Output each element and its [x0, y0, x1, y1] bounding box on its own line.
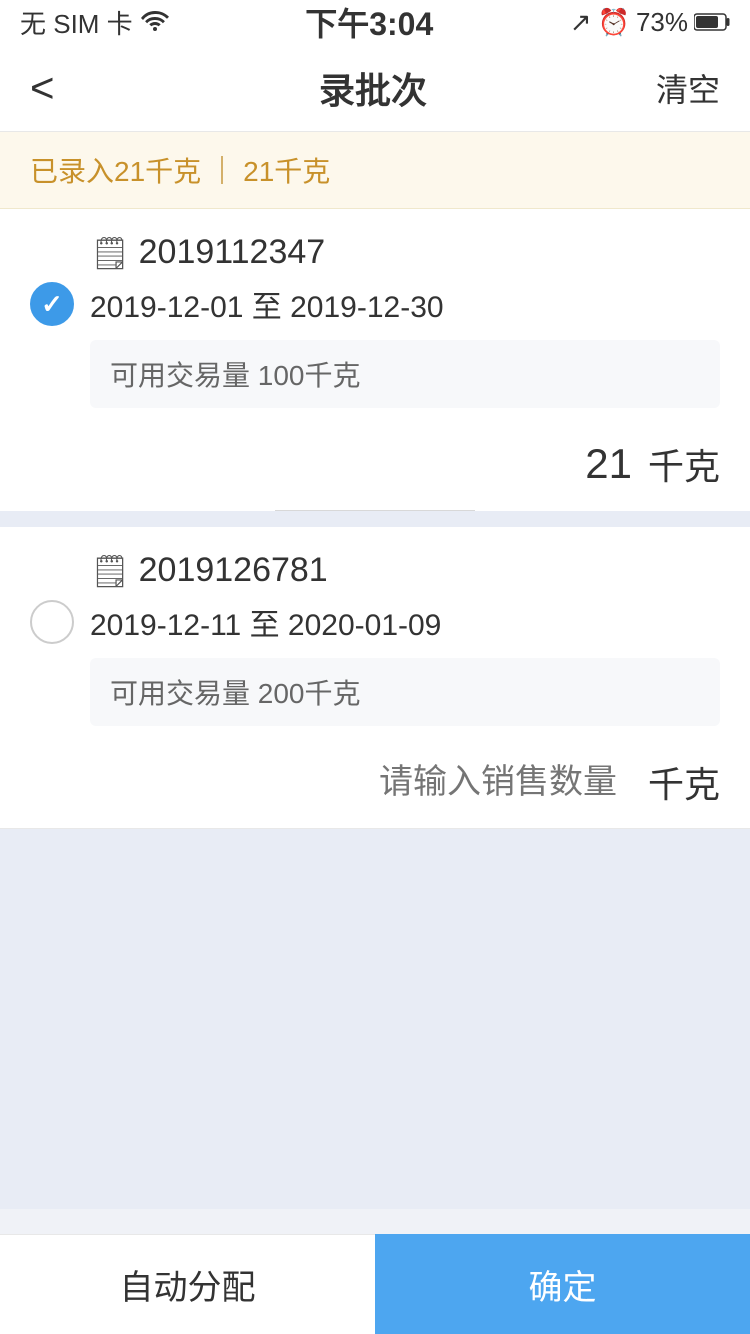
batch-available-row-2: 可用交易量 200千克 [90, 658, 720, 726]
confirm-button[interactable]: 确定 [375, 1234, 750, 1334]
batch-available-row-1: 可用交易量 100千克 [90, 340, 720, 408]
quantity-input-2[interactable] [30, 763, 632, 802]
alarm-icon: ⏰ [598, 7, 630, 38]
batch-amount-row-1: 21 千克 [0, 428, 750, 510]
batch-date-row-2[interactable]: 2019-12-11 至 2020-01-09 [30, 600, 720, 644]
section-divider [0, 511, 750, 527]
batch-item-2: 🗒 2019126781 2019-12-11 至 2020-01-09 可用交… [0, 527, 750, 726]
status-time: 下午3:04 [305, 0, 433, 45]
batch-input-row-2[interactable]: 千克 [0, 746, 750, 829]
batch-input-unit-2: 千克 [648, 756, 720, 808]
bottom-bar: 自动分配 确定 [0, 1234, 750, 1334]
batch-date-1: 2019-12-01 至 2019-12-30 [90, 282, 444, 326]
info-divider [221, 156, 223, 184]
page-title: 录批次 [319, 62, 427, 114]
status-left: 无 SIM 卡 [20, 4, 169, 41]
batch-id-2: 2019126781 [139, 551, 328, 590]
info-value: 21千克 [243, 150, 330, 190]
auto-distribute-button[interactable]: 自动分配 [0, 1234, 375, 1334]
status-right: ↗ ⏰ 73% [570, 7, 730, 38]
nav-bar: < 录批次 清空 [0, 44, 750, 132]
no-sim-text: 无 SIM 卡 [20, 4, 133, 41]
batch-card-2: 🗒 2019126781 2019-12-11 至 2020-01-09 可用交… [0, 527, 750, 829]
batch-date-2: 2019-12-11 至 2020-01-09 [90, 600, 441, 644]
status-bar: 无 SIM 卡 下午3:04 ↗ ⏰ 73% [0, 0, 750, 44]
batch-amount-value-1: 21 [585, 440, 632, 488]
battery-icon [694, 7, 730, 38]
wifi-icon [141, 7, 169, 38]
batch-available-1: 可用交易量 100千克 [110, 360, 361, 391]
batch-card-1: 🗒 2019112347 ✓ 2019-12-01 至 2019-12-30 可… [0, 209, 750, 511]
empty-area [0, 829, 750, 1209]
batch-date-row-1[interactable]: ✓ 2019-12-01 至 2019-12-30 [30, 282, 720, 326]
doc-icon-2: 🗒 [90, 552, 131, 590]
batch-item-1: 🗒 2019112347 ✓ 2019-12-01 至 2019-12-30 可… [0, 209, 750, 408]
battery-percent: 73% [636, 7, 688, 38]
radio-1[interactable]: ✓ [30, 282, 74, 326]
doc-icon-1: 🗒 [90, 234, 131, 272]
back-button[interactable]: < [30, 64, 90, 112]
location-icon: ↗ [570, 7, 592, 38]
batch-available-2: 可用交易量 200千克 [110, 678, 361, 709]
batch-id-row-2: 🗒 2019126781 [30, 551, 720, 590]
info-label: 已录入21千克 [30, 150, 201, 190]
clear-button[interactable]: 清空 [656, 65, 720, 111]
info-banner: 已录入21千克 21千克 [0, 132, 750, 209]
radio-2[interactable] [30, 600, 74, 644]
batch-id-1: 2019112347 [139, 233, 326, 272]
batch-id-row-1: 🗒 2019112347 [30, 233, 720, 272]
check-icon-1: ✓ [41, 289, 63, 320]
batch-amount-unit-1: 千克 [648, 438, 720, 490]
